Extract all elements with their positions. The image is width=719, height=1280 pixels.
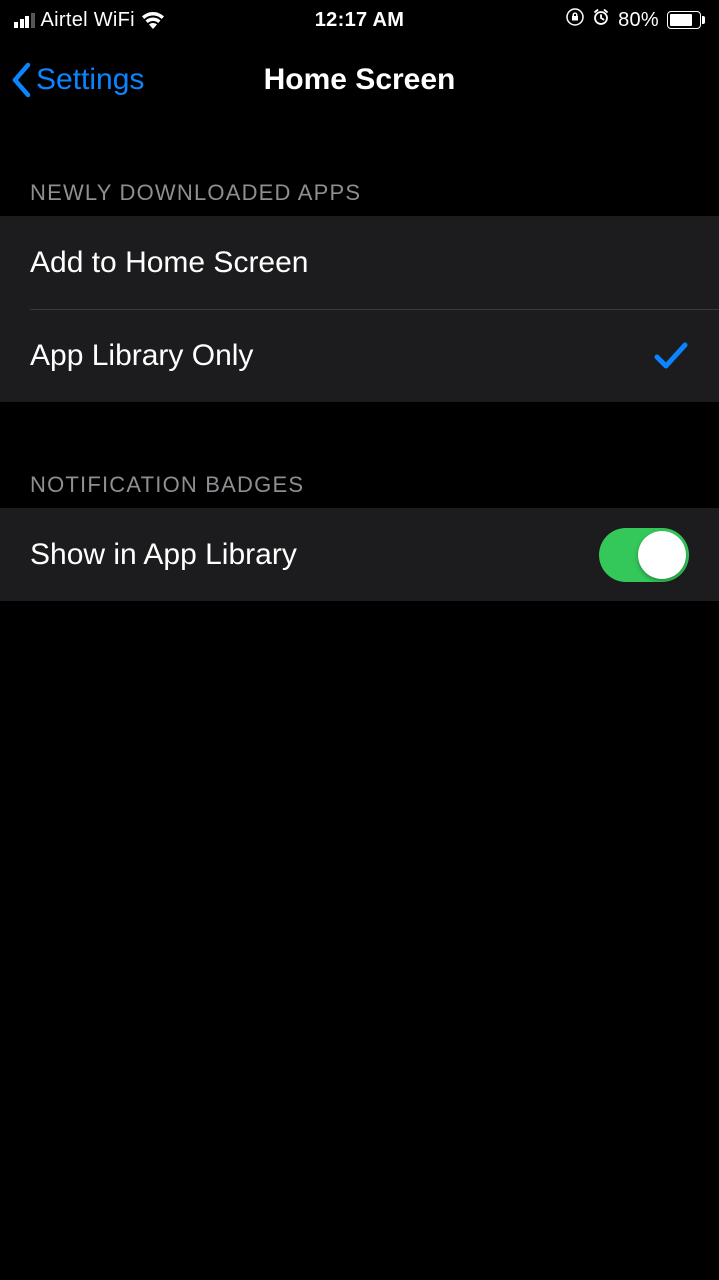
- option-label: App Library Only: [30, 339, 253, 373]
- status-time: 12:17 AM: [315, 9, 404, 32]
- page-title: Home Screen: [264, 63, 456, 97]
- option-app-library-only[interactable]: App Library Only: [0, 309, 719, 402]
- status-right: 80%: [566, 8, 705, 32]
- status-left: Airtel WiFi: [14, 9, 165, 32]
- alarm-icon: [592, 8, 610, 32]
- carrier-label: Airtel WiFi: [41, 9, 135, 32]
- row-label: Show in App Library: [30, 538, 297, 572]
- option-add-to-home-screen[interactable]: Add to Home Screen: [0, 216, 719, 309]
- battery-icon: [667, 11, 705, 29]
- orientation-lock-icon: [566, 8, 584, 32]
- chevron-left-icon: [10, 62, 32, 98]
- wifi-icon: [141, 11, 165, 29]
- row-show-in-app-library: Show in App Library: [0, 508, 719, 601]
- newly-downloaded-group: Add to Home Screen App Library Only: [0, 216, 719, 402]
- notification-badges-group: Show in App Library: [0, 508, 719, 601]
- section-header-notification-badges: NOTIFICATION BADGES: [0, 402, 719, 508]
- back-label: Settings: [36, 63, 144, 97]
- back-button[interactable]: Settings: [0, 62, 144, 98]
- toggle-knob: [638, 531, 686, 579]
- option-label: Add to Home Screen: [30, 246, 308, 280]
- section-header-newly-downloaded: NEWLY DOWNLOADED APPS: [0, 120, 719, 216]
- content-area: NEWLY DOWNLOADED APPS Add to Home Screen…: [0, 120, 719, 601]
- nav-bar: Settings Home Screen: [0, 40, 719, 120]
- cellular-signal-icon: [14, 12, 35, 28]
- status-bar: Airtel WiFi 12:17 AM 80%: [0, 0, 719, 40]
- checkmark-icon: [653, 340, 689, 372]
- show-in-app-library-toggle[interactable]: [599, 528, 689, 582]
- battery-percent-label: 80%: [618, 9, 659, 32]
